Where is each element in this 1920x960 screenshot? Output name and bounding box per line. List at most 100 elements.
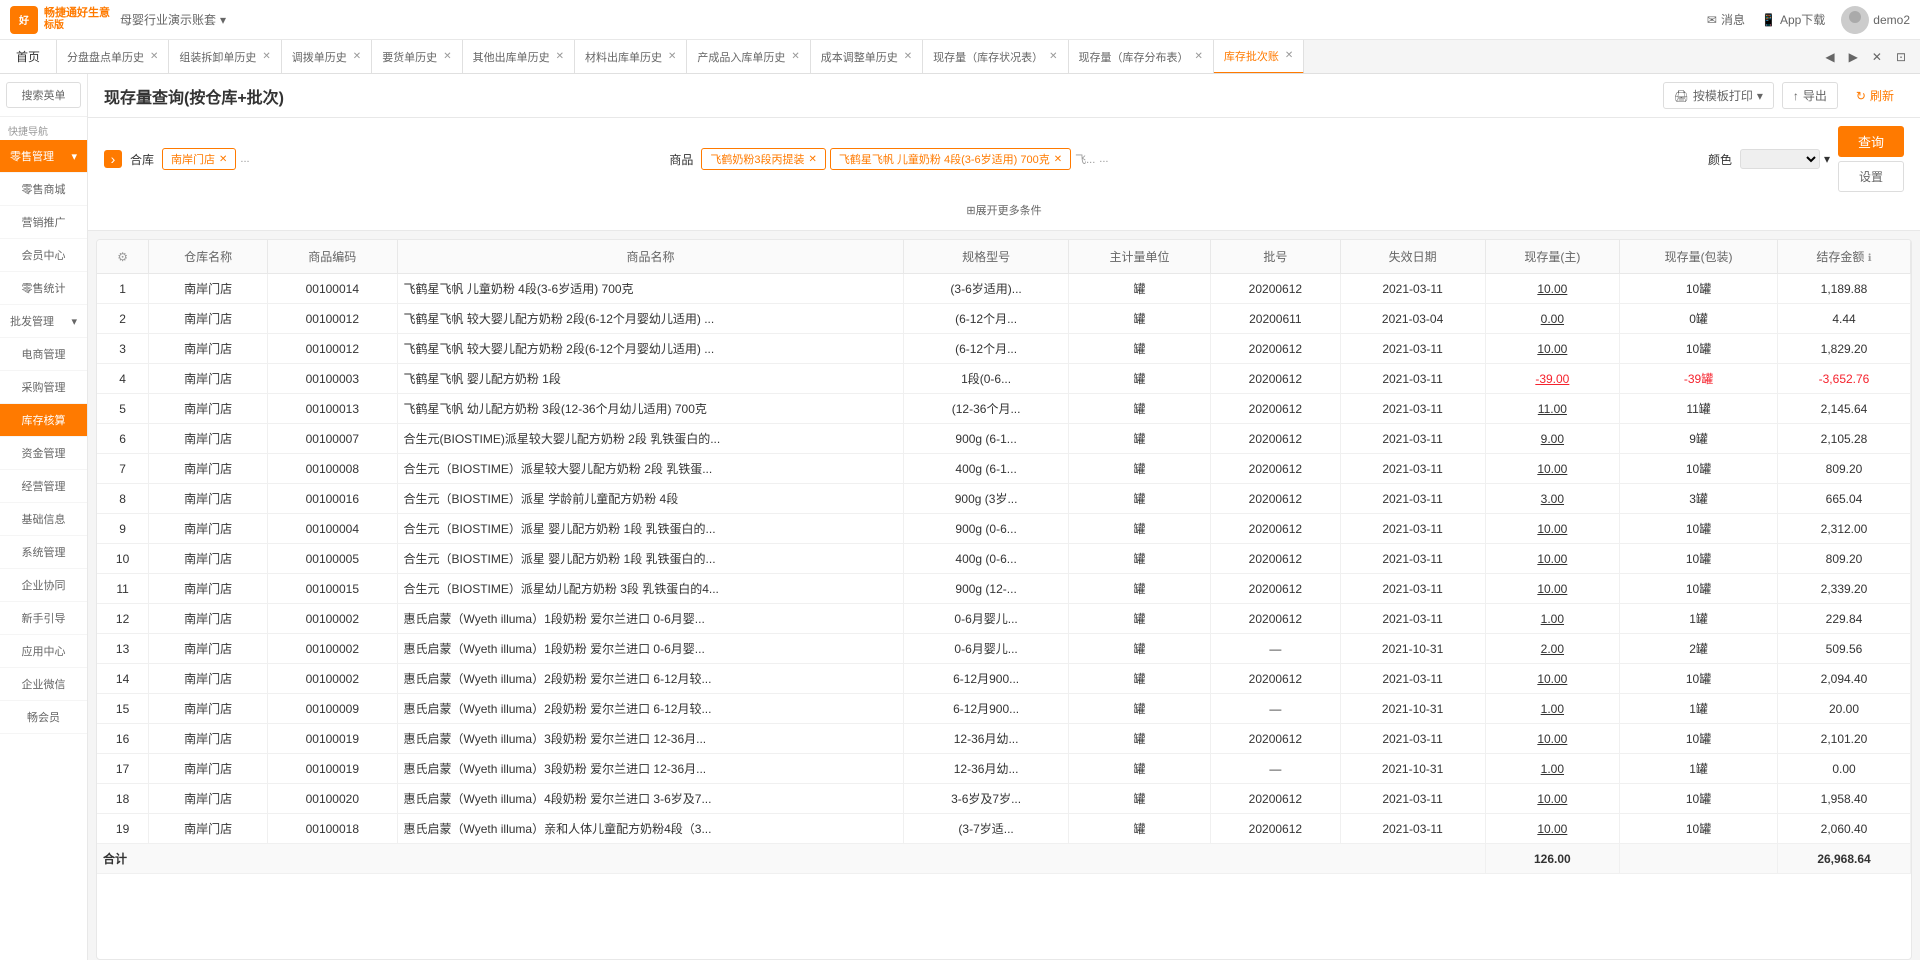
cell-qty-main[interactable]: 2.00 bbox=[1485, 634, 1620, 664]
tab-item-4[interactable]: 其他出库单历史 ✕ bbox=[463, 40, 575, 74]
product-tag-close-0[interactable]: ✕ bbox=[808, 154, 816, 165]
cell-qty-main[interactable]: 0.00 bbox=[1485, 304, 1620, 334]
sidebar-item-retail-mgmt[interactable]: 零售管理 ▾ bbox=[0, 140, 87, 173]
cell-qty-main[interactable]: 10.00 bbox=[1485, 784, 1620, 814]
tab-prev-arrow[interactable]: ◀ bbox=[1819, 40, 1840, 74]
tab-home[interactable]: 首页 bbox=[0, 40, 57, 74]
export-btn[interactable]: ↑ 导出 bbox=[1782, 82, 1838, 109]
column-settings-icon[interactable]: ⚙ bbox=[116, 250, 130, 264]
cell-qty-main[interactable]: 10.00 bbox=[1485, 724, 1620, 754]
tab-item-9[interactable]: 现存量（库存分布表） ✕ bbox=[1069, 40, 1214, 74]
download-btn[interactable]: 📱 App下载 bbox=[1761, 11, 1825, 28]
sidebar-item-system[interactable]: 系统管理 bbox=[0, 536, 87, 569]
product-tag-close-1[interactable]: ✕ bbox=[1054, 154, 1062, 165]
cell-qty-main[interactable]: 10.00 bbox=[1485, 544, 1620, 574]
tab-item-10[interactable]: 库存批次账 ✕ bbox=[1214, 40, 1304, 74]
expand-more-area: ⊞ 展开更多条件 bbox=[104, 198, 1904, 222]
tab-item-8[interactable]: 现存量（库存状况表） ✕ bbox=[923, 40, 1068, 74]
tab-item-2[interactable]: 调拨单历史 ✕ bbox=[282, 40, 372, 74]
cell-unit: 罐 bbox=[1068, 454, 1210, 484]
tab-item-3[interactable]: 要货单历史 ✕ bbox=[372, 40, 462, 74]
cell-amount: 509.56 bbox=[1778, 634, 1911, 664]
warehouse-tag-close[interactable]: ✕ bbox=[219, 154, 227, 165]
color-select[interactable] bbox=[1740, 149, 1820, 169]
tab-close-4[interactable]: ✕ bbox=[556, 51, 564, 62]
tab-close-3[interactable]: ✕ bbox=[443, 51, 451, 62]
cell-code: 00100002 bbox=[268, 634, 397, 664]
tab-close-all[interactable]: ✕ bbox=[1866, 40, 1888, 74]
user-avatar[interactable]: demo2 bbox=[1841, 6, 1910, 34]
logo-area: 好 畅捷通好生意 标版 bbox=[10, 6, 110, 34]
sidebar-item-basics[interactable]: 基础信息 bbox=[0, 503, 87, 536]
warehouse-tag[interactable]: 南岸门店 ✕ bbox=[162, 148, 236, 170]
cell-spec: 0-6月婴儿... bbox=[904, 604, 1068, 634]
sidebar-item-retail-stats[interactable]: 零售统计 bbox=[0, 272, 87, 305]
tab-expand[interactable]: ⊡ bbox=[1890, 40, 1912, 74]
set-btn[interactable]: 设置 bbox=[1838, 161, 1904, 192]
refresh-icon: ↻ bbox=[1856, 89, 1866, 103]
sidebar-item-member[interactable]: 会员中心 bbox=[0, 239, 87, 272]
cell-qty-main[interactable]: 10.00 bbox=[1485, 514, 1620, 544]
product-tag-0[interactable]: 飞鹤奶粉3段丙提装 ✕ bbox=[701, 148, 826, 170]
tab-close-9[interactable]: ✕ bbox=[1195, 51, 1203, 62]
tab-close-6[interactable]: ✕ bbox=[791, 51, 799, 62]
messages-btn[interactable]: ✉ 消息 bbox=[1707, 11, 1745, 28]
sidebar-item-operations[interactable]: 经营管理 bbox=[0, 470, 87, 503]
cell-qty-main[interactable]: 1.00 bbox=[1485, 694, 1620, 724]
cell-qty-main[interactable]: 3.00 bbox=[1485, 484, 1620, 514]
cell-qty-main[interactable]: 10.00 bbox=[1485, 334, 1620, 364]
tab-close-1[interactable]: ✕ bbox=[262, 51, 270, 62]
warehouse-more[interactable]: ... bbox=[240, 153, 249, 165]
tab-item-7[interactable]: 成本调整单历史 ✕ bbox=[811, 40, 923, 74]
sidebar-item-finance[interactable]: 资金管理 bbox=[0, 437, 87, 470]
cell-qty-main[interactable]: -39.00 bbox=[1485, 364, 1620, 394]
cell-qty-main[interactable]: 10.00 bbox=[1485, 274, 1620, 304]
sidebar-item-tutorial[interactable]: 新手引导 bbox=[0, 602, 87, 635]
product-more[interactable]: 飞... bbox=[1075, 151, 1095, 167]
sidebar-item-marketing[interactable]: 营销推广 bbox=[0, 206, 87, 239]
cell-qty-main[interactable]: 1.00 bbox=[1485, 604, 1620, 634]
search-menu-btn[interactable]: 搜索英单 bbox=[6, 82, 81, 108]
cell-qty-main[interactable]: 11.00 bbox=[1485, 394, 1620, 424]
tab-close-7[interactable]: ✕ bbox=[904, 51, 912, 62]
tab-close-10[interactable]: ✕ bbox=[1285, 50, 1293, 61]
cell-expire: 2021-03-11 bbox=[1340, 544, 1485, 574]
tab-next-arrow[interactable]: ▶ bbox=[1843, 40, 1864, 74]
query-btn[interactable]: 查询 bbox=[1838, 126, 1904, 157]
product-tag-1[interactable]: 飞鹤星飞帆 儿童奶粉 4段(3-6岁适用) 700克 ✕ bbox=[830, 148, 1071, 170]
sidebar-item-inventory[interactable]: 库存核算 bbox=[0, 404, 87, 437]
cell-qty-main[interactable]: 10.00 bbox=[1485, 454, 1620, 484]
amount-info-icon[interactable]: ℹ bbox=[1868, 253, 1872, 264]
tab-close-0[interactable]: ✕ bbox=[150, 51, 158, 62]
sidebar-item-ecommerce[interactable]: 电商管理 bbox=[0, 338, 87, 371]
cell-expire: 2021-03-11 bbox=[1340, 574, 1485, 604]
sidebar-item-retail-store[interactable]: 零售商城 bbox=[0, 173, 87, 206]
cell-code: 00100002 bbox=[268, 604, 397, 634]
cell-qty-main[interactable]: 9.00 bbox=[1485, 424, 1620, 454]
cell-qty-pack: 2罐 bbox=[1620, 634, 1778, 664]
tab-item-5[interactable]: 材料出库单历史 ✕ bbox=[575, 40, 687, 74]
tab-item-6[interactable]: 产成品入库单历史 ✕ bbox=[687, 40, 810, 74]
sidebar-item-member2[interactable]: 畅会员 bbox=[0, 701, 87, 734]
cell-qty-main[interactable]: 10.00 bbox=[1485, 814, 1620, 844]
print-btn[interactable]: 🖨 按模板打印 ▾ bbox=[1663, 82, 1774, 109]
cell-qty-main[interactable]: 10.00 bbox=[1485, 574, 1620, 604]
tab-close-2[interactable]: ✕ bbox=[353, 51, 361, 62]
cell-no: 1 bbox=[97, 274, 149, 304]
expand-more-btn[interactable]: ⊞ 展开更多条件 bbox=[962, 198, 1045, 222]
tab-item-1[interactable]: 组装拆卸单历史 ✕ bbox=[169, 40, 281, 74]
table-row: 12 南岸门店 00100002 惠氏启蒙（Wyeth illuma）1段奶粉 … bbox=[97, 604, 1911, 634]
product-more-dots[interactable]: ... bbox=[1099, 153, 1108, 165]
sidebar-item-appstore[interactable]: 应用中心 bbox=[0, 635, 87, 668]
sidebar-item-purchase[interactable]: 采购管理 bbox=[0, 371, 87, 404]
tab-close-5[interactable]: ✕ bbox=[668, 51, 676, 62]
cell-qty-main[interactable]: 10.00 bbox=[1485, 664, 1620, 694]
sidebar-item-wholesale[interactable]: 批发管理 ▾ bbox=[0, 305, 87, 338]
refresh-btn[interactable]: ↻ 刷新 bbox=[1846, 83, 1904, 108]
filter-expand-btn[interactable]: › bbox=[104, 150, 122, 168]
sidebar-item-enterprise[interactable]: 企业协同 bbox=[0, 569, 87, 602]
tab-close-8[interactable]: ✕ bbox=[1049, 51, 1057, 62]
sidebar-item-enterprise-wechat[interactable]: 企业微信 bbox=[0, 668, 87, 701]
cell-qty-main[interactable]: 1.00 bbox=[1485, 754, 1620, 784]
tab-item-0[interactable]: 分盘盘点单历史 ✕ bbox=[57, 40, 169, 74]
